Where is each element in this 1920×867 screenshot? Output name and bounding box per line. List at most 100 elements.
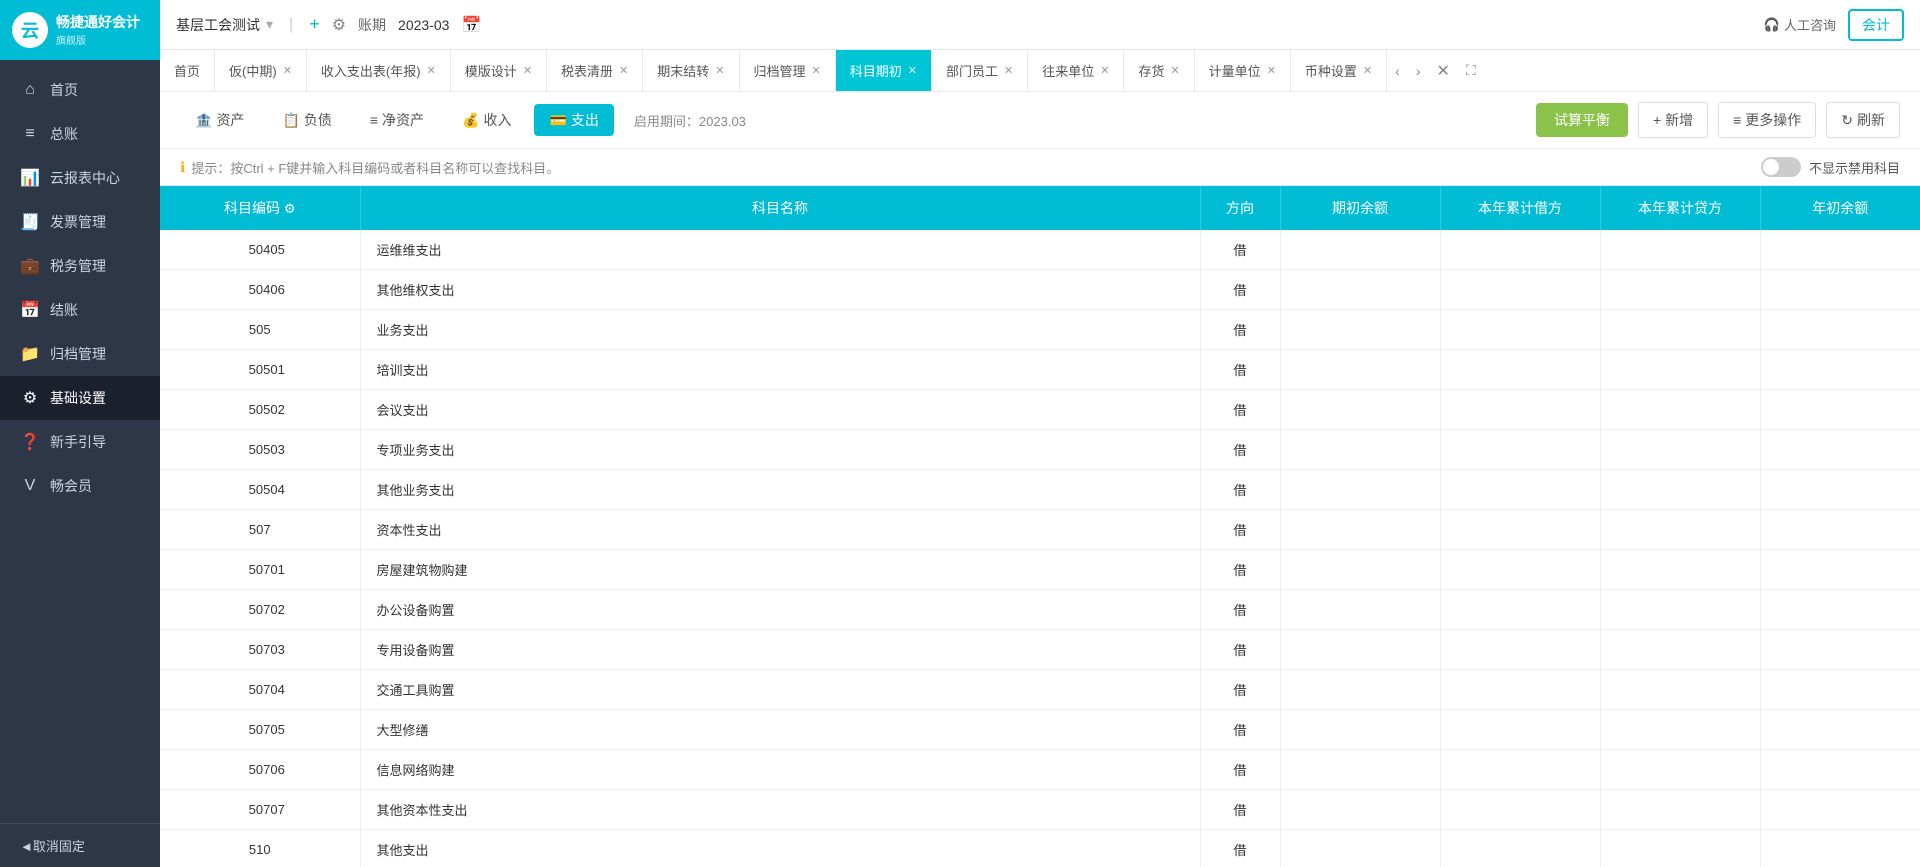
company-selector[interactable]: 基层工会测试 ▾ — [176, 15, 273, 35]
archive-icon: 📁 — [20, 344, 40, 364]
tab-template-close[interactable]: ✕ — [523, 64, 532, 77]
cell-credit-ytd — [1600, 550, 1760, 590]
account-button[interactable]: 会计 — [1848, 9, 1904, 41]
table-row[interactable]: 50702 办公设备购置 借 — [160, 590, 1920, 630]
sidebar-label-report: 云报表中心 — [50, 168, 120, 188]
cell-debit-ytd — [1440, 310, 1600, 350]
sidebar-item-basic[interactable]: ⚙ 基础设置 — [0, 376, 160, 420]
table-row[interactable]: 50405 运维维支出 借 — [160, 230, 1920, 270]
toggle-label: 不显示禁用科目 — [1809, 158, 1900, 177]
tab-partners[interactable]: 往来单位 ✕ — [1028, 50, 1124, 92]
filter-liability[interactable]: 📋 负债 — [267, 104, 346, 136]
add-company-btn[interactable]: + — [309, 14, 320, 35]
table-row[interactable]: 510 其他支出 借 — [160, 830, 1920, 867]
tab-partners-close[interactable]: ✕ — [1100, 64, 1109, 77]
tab-period-end[interactable]: 期末结转 ✕ — [643, 50, 739, 92]
table-row[interactable]: 505 业务支出 借 — [160, 310, 1920, 350]
tabs-close-all-btn[interactable]: ✕ — [1428, 61, 1457, 81]
tab-department-close[interactable]: ✕ — [1004, 64, 1013, 77]
sidebar-item-ledger[interactable]: ≡ 总账 — [0, 112, 160, 156]
col-code-label: 科目编码 — [224, 200, 280, 216]
sidebar-item-invoice[interactable]: 🧾 发票管理 — [0, 200, 160, 244]
col-settings-icon[interactable]: ⚙ — [284, 201, 296, 216]
asset-icon: 🏦 — [195, 112, 212, 129]
filter-income[interactable]: 💰 收入 — [447, 104, 526, 136]
tab-currency[interactable]: 币种设置 ✕ — [1291, 50, 1387, 92]
balance-button[interactable]: 试算平衡 — [1536, 103, 1628, 137]
cell-debit-ytd — [1440, 590, 1600, 630]
sidebar-item-report[interactable]: 📊 云报表中心 — [0, 156, 160, 200]
table-row[interactable]: 50705 大型修缮 借 — [160, 710, 1920, 750]
tab-archive-close[interactable]: ✕ — [812, 64, 821, 77]
tab-template[interactable]: 模版设计 ✕ — [451, 50, 547, 92]
tab-currency-close[interactable]: ✕ — [1363, 64, 1372, 77]
settings-icon[interactable]: ⚙ — [332, 15, 346, 35]
cell-name: 专用设备购置 — [360, 630, 1200, 670]
sidebar-item-tax[interactable]: 💼 税务管理 — [0, 244, 160, 288]
tab-archive[interactable]: 归档管理 ✕ — [740, 50, 836, 92]
cell-code: 505 — [160, 310, 360, 350]
table-row[interactable]: 50701 房屋建筑物购建 借 — [160, 550, 1920, 590]
cell-name: 其他支出 — [360, 830, 1200, 867]
cell-ytd-balance — [1760, 270, 1920, 310]
company-name: 基层工会测试 — [176, 15, 260, 35]
header-actions: 试算平衡 + 新增 ≡ 更多操作 ↻ 刷新 — [1536, 102, 1900, 138]
tab-mid-close[interactable]: ✕ — [283, 64, 292, 77]
tab-mid[interactable]: 仮(中期) ✕ — [215, 50, 307, 92]
table-row[interactable]: 50406 其他维权支出 借 — [160, 270, 1920, 310]
ledger-icon: ≡ — [20, 125, 40, 143]
sidebar-item-settle[interactable]: 📅 结账 — [0, 288, 160, 332]
toggle-disabled-subjects[interactable] — [1761, 157, 1801, 177]
cell-name: 会议支出 — [360, 390, 1200, 430]
sidebar-label-guide: 新手引导 — [50, 432, 106, 452]
tab-home[interactable]: 首页 — [160, 50, 215, 92]
filter-asset[interactable]: 🏦 资产 — [180, 104, 259, 136]
cell-balance — [1280, 310, 1440, 350]
tab-subject-period-close[interactable]: ✕ — [908, 64, 917, 77]
filter-expense[interactable]: 💳 支出 — [534, 104, 613, 136]
tabs-prev-btn[interactable]: ‹ — [1387, 63, 1408, 79]
tab-tax-close[interactable]: ✕ — [619, 64, 628, 77]
table-row[interactable]: 50707 其他资本性支出 借 — [160, 790, 1920, 830]
table-row[interactable]: 50502 会议支出 借 — [160, 390, 1920, 430]
table-row[interactable]: 50706 信息网络购建 借 — [160, 750, 1920, 790]
table-row[interactable]: 50704 交通工具购置 借 — [160, 670, 1920, 710]
cell-ytd-balance — [1760, 830, 1920, 867]
sidebar-item-archive[interactable]: 📁 归档管理 — [0, 332, 160, 376]
table-row[interactable]: 50503 专项业务支出 借 — [160, 430, 1920, 470]
info-icon: ℹ — [180, 159, 185, 176]
cell-code: 50706 — [160, 750, 360, 790]
tabs-expand-btn[interactable]: ⛶ — [1458, 62, 1484, 79]
tab-unit[interactable]: 计量单位 ✕ — [1195, 50, 1291, 92]
calendar-icon[interactable]: 📅 — [461, 15, 481, 35]
cell-name: 办公设备购置 — [360, 590, 1200, 630]
tab-tax[interactable]: 税表清册 ✕ — [547, 50, 643, 92]
sidebar-item-home[interactable]: ⌂ 首页 — [0, 68, 160, 112]
table-row[interactable]: 50504 其他业务支出 借 — [160, 470, 1920, 510]
cell-code: 50502 — [160, 390, 360, 430]
table-row[interactable]: 50501 培训支出 借 — [160, 350, 1920, 390]
sidebar-item-guide[interactable]: ❓ 新手引导 — [0, 420, 160, 464]
sidebar-collapse-btn[interactable]: ◄取消固定 — [0, 823, 160, 867]
refresh-button[interactable]: ↻ 刷新 — [1826, 102, 1900, 138]
cell-debit-ytd — [1440, 230, 1600, 270]
tab-period-end-close[interactable]: ✕ — [715, 64, 724, 77]
tab-subject-period[interactable]: 科目期初 ✕ — [836, 50, 932, 92]
customer-service-btn[interactable]: 🎧 人工咨询 — [1764, 15, 1836, 34]
tabs-next-btn[interactable]: › — [1408, 63, 1429, 79]
col-ytd-balance-label: 年初余额 — [1812, 200, 1868, 216]
table-row[interactable]: 507 资本性支出 借 — [160, 510, 1920, 550]
table-row[interactable]: 50703 专用设备购置 借 — [160, 630, 1920, 670]
tab-income-annual[interactable]: 收入支出表(年报) ✕ — [307, 50, 451, 92]
add-button[interactable]: + 新增 — [1638, 102, 1708, 138]
tab-inventory[interactable]: 存货 ✕ — [1124, 50, 1194, 92]
filter-equity[interactable]: ≡ 净资产 — [355, 104, 439, 136]
tab-income-annual-close[interactable]: ✕ — [427, 64, 436, 77]
topbar-right: 🎧 人工咨询 会计 — [1764, 9, 1904, 41]
tab-department[interactable]: 部门员工 ✕ — [932, 50, 1028, 92]
cell-direction: 借 — [1200, 310, 1280, 350]
tab-inventory-close[interactable]: ✕ — [1170, 64, 1179, 77]
more-button[interactable]: ≡ 更多操作 — [1718, 102, 1816, 138]
tab-unit-close[interactable]: ✕ — [1267, 64, 1276, 77]
sidebar-item-member[interactable]: V 畅会员 — [0, 464, 160, 508]
